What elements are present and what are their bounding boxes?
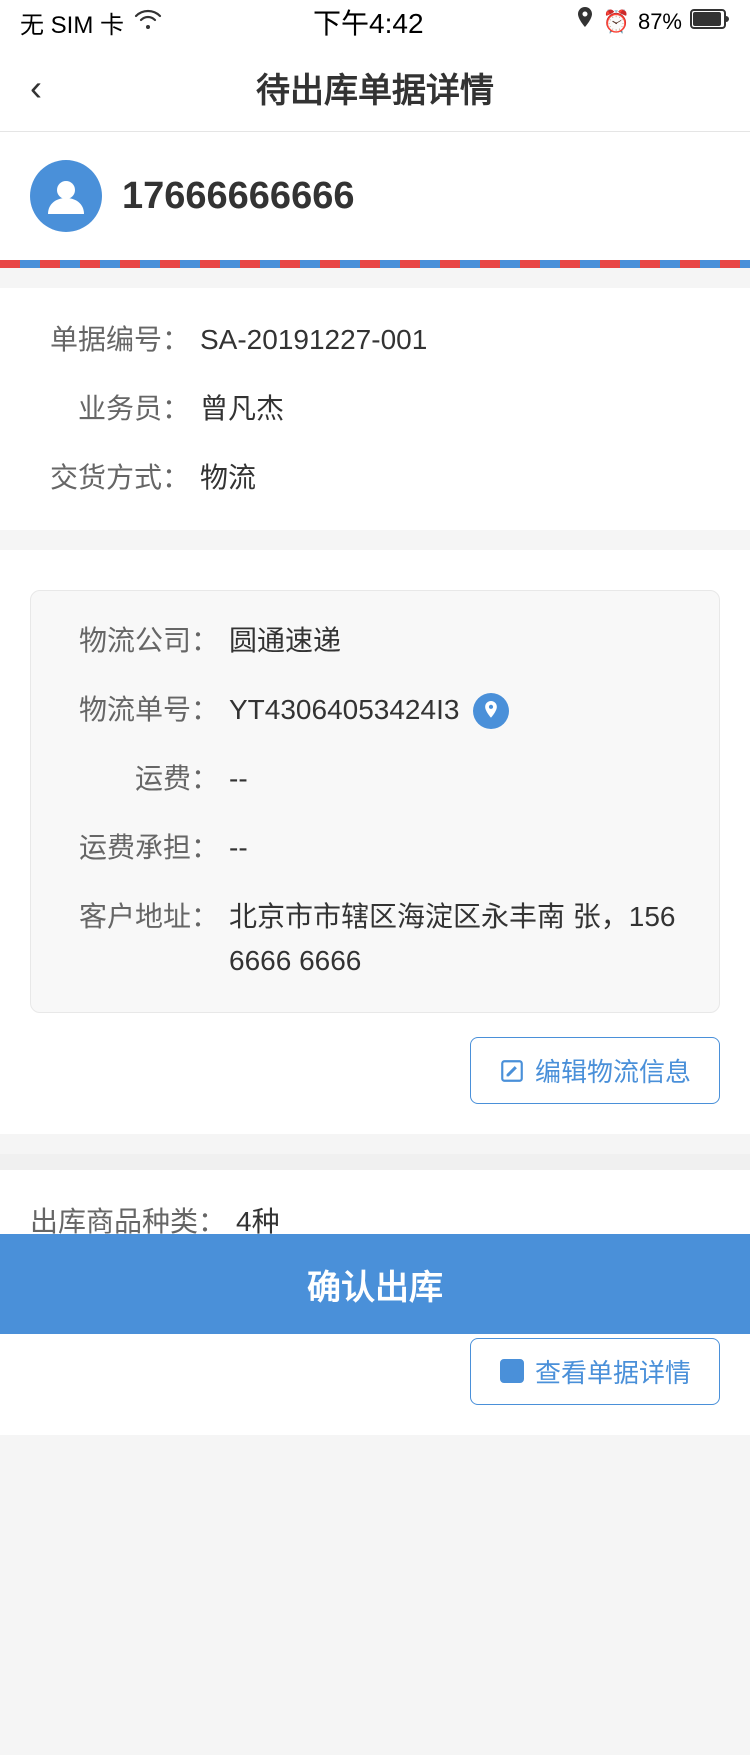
status-time: 下午4:42 <box>313 2 424 42</box>
wifi-icon <box>134 8 162 36</box>
view-detail-label: 查看单据详情 <box>535 1353 691 1390</box>
document-no-row: 单据编号： SA-20191227-001 <box>30 318 720 363</box>
carrier-text: 无 SIM 卡 <box>20 5 124 40</box>
address-row: 客户地址： 北京市市辖区海淀区永丰南 张，156 6666 6666 <box>59 895 691 985</box>
page-title: 待出库单据详情 <box>256 63 494 112</box>
freight-bearer-value: -- <box>229 826 691 871</box>
back-button[interactable]: ‹ <box>30 67 42 109</box>
view-detail-container: 查看单据详情 <box>30 1338 720 1405</box>
logistics-section: 物流公司： 圆通速递 物流单号： YT43064053424I3 运费： -- <box>0 550 750 1134</box>
view-detail-button[interactable]: 查看单据详情 <box>470 1338 720 1405</box>
edit-logistics-label: 编辑物流信息 <box>535 1052 691 1089</box>
avatar <box>30 160 102 232</box>
list-icon <box>499 1358 525 1384</box>
document-no-value: SA-20191227-001 <box>200 318 720 363</box>
nav-bar: ‹ 待出库单据详情 <box>0 44 750 132</box>
freight-value: -- <box>229 757 691 802</box>
logistics-company-value: 圆通速递 <box>229 619 691 664</box>
address-label: 客户地址： <box>59 895 219 940</box>
user-phone: 17666666666 <box>122 175 354 218</box>
delivery-method-value: 物流 <box>200 456 720 501</box>
tracking-row: 物流单号： YT43064053424I3 <box>59 688 691 733</box>
tracking-location-icon[interactable] <box>473 693 509 729</box>
spacer <box>0 1435 750 1635</box>
freight-label: 运费： <box>59 757 219 802</box>
salesman-label: 业务员： <box>30 387 190 432</box>
alarm-icon: ⏰ <box>603 9 630 35</box>
freight-bearer-label: 运费承担： <box>59 826 219 871</box>
content: 17666666666 单据编号： SA-20191227-001 业务员： 曾… <box>0 132 750 1755</box>
delivery-method-row: 交货方式： 物流 <box>30 456 720 501</box>
location-status-icon <box>575 7 595 37</box>
logistics-company-row: 物流公司： 圆通速递 <box>59 619 691 664</box>
salesman-row: 业务员： 曾凡杰 <box>30 387 720 432</box>
edit-icon <box>499 1058 525 1084</box>
battery-icon <box>690 8 730 36</box>
logistics-card: 物流公司： 圆通速递 物流单号： YT43064053424I3 运费： -- <box>30 590 720 1013</box>
address-value: 北京市市辖区海淀区永丰南 张，156 6666 6666 <box>229 895 691 985</box>
dashed-divider <box>0 260 750 268</box>
confirm-button[interactable]: 确认出库 <box>0 1234 750 1334</box>
tracking-value-container: YT43064053424I3 <box>229 688 691 733</box>
logistics-company-label: 物流公司： <box>59 619 219 664</box>
freight-bearer-row: 运费承担： -- <box>59 826 691 871</box>
status-bar: 无 SIM 卡 下午4:42 ⏰ 87% <box>0 0 750 44</box>
status-right: ⏰ 87% <box>575 7 730 37</box>
edit-logistics-button[interactable]: 编辑物流信息 <box>470 1037 720 1104</box>
basic-info-section: 单据编号： SA-20191227-001 业务员： 曾凡杰 交货方式： 物流 <box>0 288 750 530</box>
status-left: 无 SIM 卡 <box>20 5 162 40</box>
document-no-label: 单据编号： <box>30 318 190 363</box>
user-header: 17666666666 <box>0 132 750 260</box>
salesman-value: 曾凡杰 <box>200 387 720 432</box>
gray-divider <box>0 1154 750 1170</box>
confirm-button-label: 确认出库 <box>307 1260 443 1309</box>
edit-logistics-container: 编辑物流信息 <box>30 1037 720 1104</box>
battery-text: 87% <box>638 9 682 35</box>
freight-row: 运费： -- <box>59 757 691 802</box>
delivery-method-label: 交货方式： <box>30 456 190 501</box>
tracking-label: 物流单号： <box>59 688 219 733</box>
tracking-value: YT43064053424I3 <box>229 688 459 733</box>
